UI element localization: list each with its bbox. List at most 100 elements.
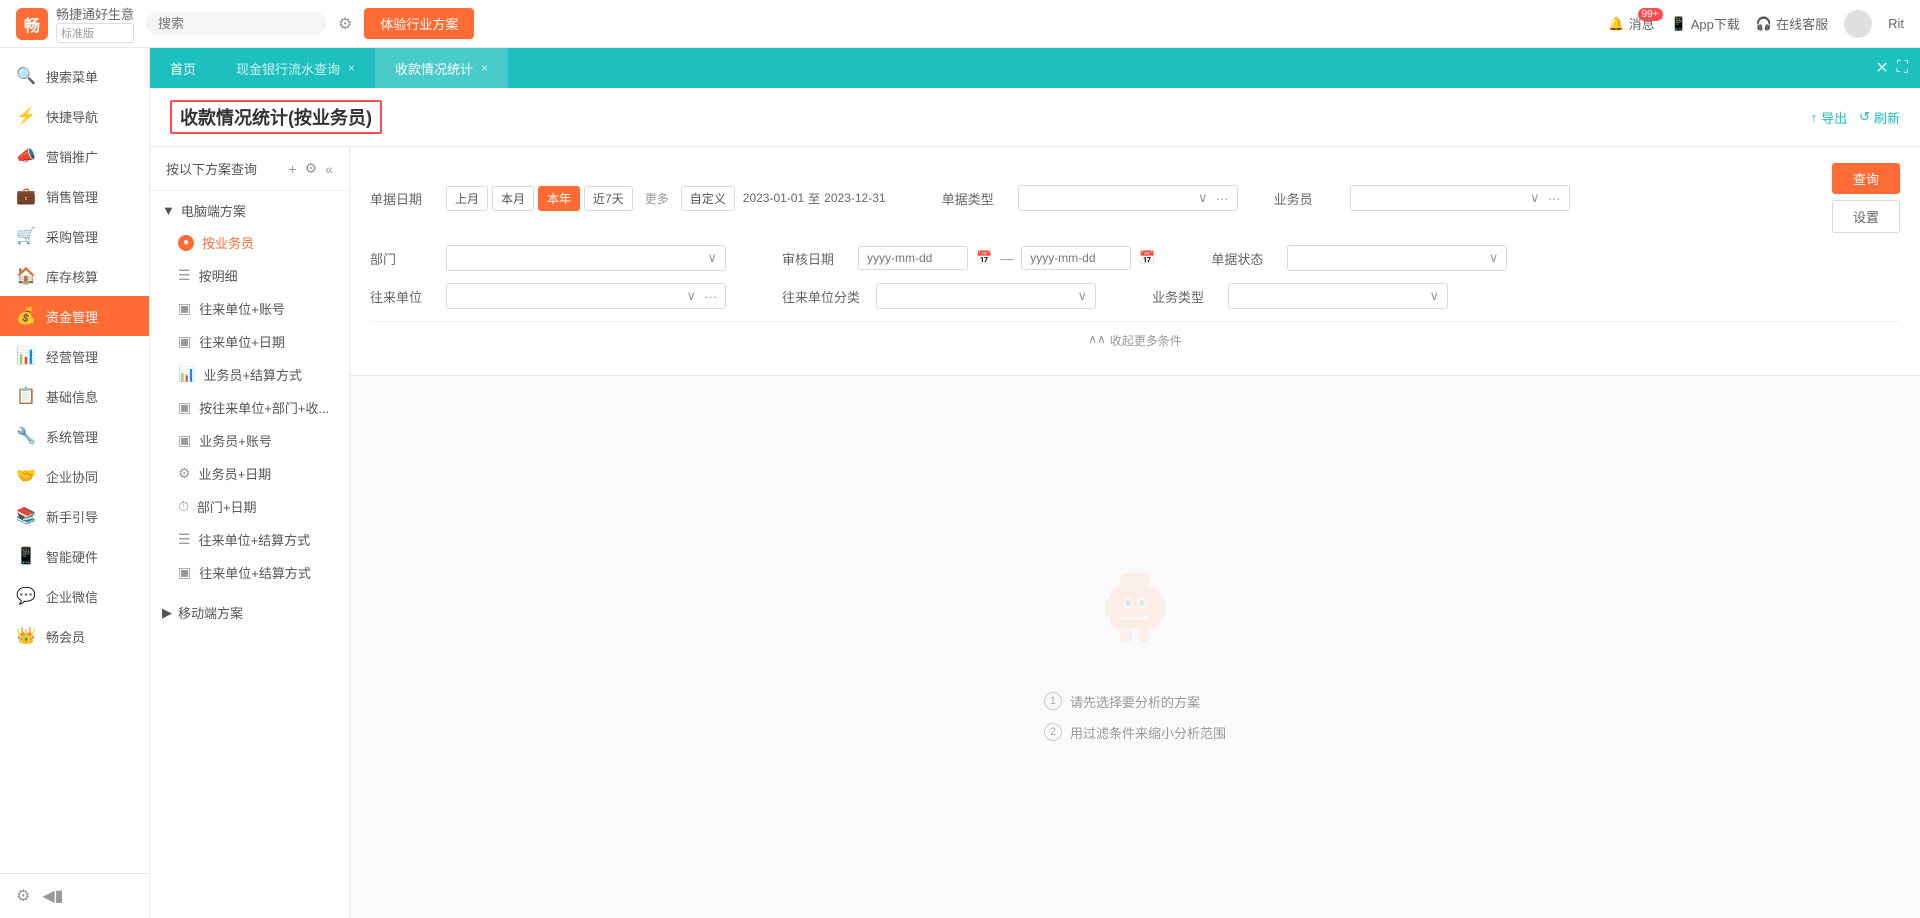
scheme-by-salesperson-label: 按业务员 [202, 233, 254, 252]
shortcut-more[interactable]: 更多 [637, 187, 677, 210]
shortcut-last7days[interactable]: 近7天 [584, 186, 633, 211]
add-scheme-icon[interactable]: + [288, 161, 296, 177]
query-button[interactable]: 查询 [1832, 163, 1900, 194]
desktop-scheme-group: ▼ 电脑端方案 ● 按业务员 ☰ 按明细 ▣ 往来单位+账号 [150, 191, 349, 593]
tab-stats-close[interactable]: × [481, 61, 488, 75]
trial-button[interactable]: 体验行业方案 [364, 8, 474, 39]
sidebar-item-operation[interactable]: 📊 经营管理 [0, 336, 149, 376]
review-date-end-cal-icon[interactable]: 📅 [1139, 250, 1155, 266]
partner-account-icon: ▣ [178, 300, 191, 317]
page-actions: ↑ 导出 ↺ 刷新 [1811, 108, 1900, 127]
scheme-salesperson-account-label: 业务员+账号 [199, 431, 272, 450]
salesperson-arrow: ∨ [1530, 190, 1540, 206]
scheme-salesperson-date[interactable]: ⚙ 业务员+日期 [150, 457, 349, 490]
gear-icon[interactable]: ⚙ [338, 14, 352, 34]
online-service-link[interactable]: 🎧 在线客服 [1756, 14, 1828, 33]
shortcut-this-month[interactable]: 本月 [492, 186, 534, 211]
business-type-select[interactable]: ∨ [1228, 283, 1448, 309]
tab-bank[interactable]: 现金银行流水查询 × [216, 48, 375, 88]
scheme-settings-icon[interactable]: ⚙ [305, 160, 318, 177]
salesperson-select[interactable]: ∨ ··· [1350, 185, 1570, 211]
shortcut-custom[interactable]: 自定义 [681, 186, 735, 211]
user-avatar[interactable] [1844, 10, 1872, 38]
header-right: 🔔 消息 99+ 📱 App下载 🎧 在线客服 Rit [1608, 10, 1904, 38]
partner-category-select[interactable]: ∨ [876, 283, 1096, 309]
export-icon: ↑ [1811, 110, 1818, 125]
app-download-link[interactable]: 📱 App下载 [1671, 14, 1740, 33]
tip-text-1: 请先选择要分析的方案 [1070, 692, 1200, 711]
salesperson-label: 业务员 [1274, 189, 1334, 208]
desktop-group-header[interactable]: ▼ 电脑端方案 [150, 195, 349, 226]
date-shortcut-group: 上月 本月 本年 近7天 更多 自定义 [446, 186, 735, 211]
filter-collapse-btn[interactable]: ∧∧ 收起更多条件 [370, 321, 1900, 359]
shortcut-last-month[interactable]: 上月 [446, 186, 488, 211]
scheme-dept-date[interactable]: ⏱ 部门+日期 [150, 490, 349, 523]
sidebar-item-marketing[interactable]: 📣 营销推广 [0, 136, 149, 176]
sidebar-item-smart-hw[interactable]: 📱 智能硬件 [0, 536, 149, 576]
search-icon: 🔍 [16, 66, 36, 86]
shortcut-this-year[interactable]: 本年 [538, 186, 580, 211]
basic-icon: 📋 [16, 386, 36, 406]
date-range-sep: 至 [808, 190, 820, 207]
sidebar-label-system: 系统管理 [46, 427, 98, 446]
scheme-by-salesperson[interactable]: ● 按业务员 [150, 226, 349, 259]
review-date-sep: — [1000, 251, 1013, 266]
more-dots-voucher[interactable]: ··· [1216, 191, 1229, 206]
tab-stats[interactable]: 收款情况统计 × [375, 48, 508, 88]
scheme-partner-dept-label: 按往来单位+部门+收... [199, 398, 329, 417]
tab-stats-label: 收款情况统计 [395, 59, 473, 78]
voucher-type-select[interactable]: ∨ ··· [1018, 185, 1238, 211]
tab-close-all-icon[interactable]: ✕ [1875, 58, 1888, 78]
dept-select[interactable]: ∨ [446, 245, 726, 271]
voucher-status-label: 单据状态 [1211, 249, 1271, 268]
scheme-partner-payment2[interactable]: ▣ 往来单位+结算方式 [150, 556, 349, 589]
dept-label: 部门 [370, 249, 430, 268]
sidebar-item-system[interactable]: 🔧 系统管理 [0, 416, 149, 456]
mobile-group-header[interactable]: ▶ 移动端方案 [150, 597, 349, 628]
sidebar-label-operation: 经营管理 [46, 347, 98, 366]
sidebar-item-member[interactable]: 👑 畅会员 [0, 616, 149, 656]
settings-bottom-icon[interactable]: ⚙ [16, 886, 30, 906]
sidebar-label-search: 搜索菜单 [46, 67, 98, 86]
collapse-sidebar-icon[interactable]: ◀▮ [42, 886, 63, 906]
scheme-salesperson-account[interactable]: ▣ 业务员+账号 [150, 424, 349, 457]
scheme-partner-account[interactable]: ▣ 往来单位+账号 [150, 292, 349, 325]
review-date-label: 审核日期 [782, 249, 842, 268]
review-date-start[interactable] [858, 246, 968, 270]
review-date-end[interactable] [1021, 246, 1131, 270]
sidebar-label-inventory: 库存核算 [46, 267, 98, 286]
panel-collapse-icon[interactable]: « [325, 161, 333, 177]
sidebar-item-search-menu[interactable]: 🔍 搜索菜单 [0, 56, 149, 96]
tab-home[interactable]: 首页 [150, 48, 216, 88]
salesperson-payment-icon: 📊 [178, 366, 195, 383]
scheme-by-partner-dept[interactable]: ▣ 按往来单位+部门+收... [150, 391, 349, 424]
refresh-button[interactable]: ↺ 刷新 [1859, 108, 1900, 127]
sidebar-item-wechat[interactable]: 💬 企业微信 [0, 576, 149, 616]
messages-button[interactable]: 🔔 消息 99+ [1608, 14, 1654, 33]
voucher-status-select[interactable]: ∨ [1287, 245, 1507, 271]
more-dots-partner[interactable]: ··· [704, 289, 717, 304]
search-input[interactable] [146, 12, 326, 35]
sidebar-item-finance[interactable]: 💰 资金管理 [0, 296, 149, 336]
download-icon: 📱 [1671, 16, 1687, 32]
scheme-partner-payment1[interactable]: ☰ 往来单位+结算方式 [150, 523, 349, 556]
brand-name: 畅捷通好生意 [56, 4, 134, 23]
right-panel: 单据日期 上月 本月 本年 近7天 更多 自定义 2023- [350, 147, 1920, 918]
scheme-by-detail[interactable]: ☰ 按明细 [150, 259, 349, 292]
sidebar-item-enterprise[interactable]: 🤝 企业协同 [0, 456, 149, 496]
tab-bank-close[interactable]: × [348, 61, 355, 75]
review-date-start-cal-icon[interactable]: 📅 [976, 250, 992, 266]
sidebar-item-guide[interactable]: 📚 新手引导 [0, 496, 149, 536]
sidebar-item-quick-nav[interactable]: ⚡ 快捷导航 [0, 96, 149, 136]
scheme-partner-date[interactable]: ▣ 往来单位+日期 [150, 325, 349, 358]
partner-select[interactable]: ∨ ··· [446, 283, 726, 309]
sidebar-item-purchase[interactable]: 🛒 采购管理 [0, 216, 149, 256]
tab-maximize-icon[interactable]: ⛶ [1897, 59, 1908, 77]
sidebar-item-basic[interactable]: 📋 基础信息 [0, 376, 149, 416]
sidebar-item-sales[interactable]: 💼 销售管理 [0, 176, 149, 216]
export-button[interactable]: ↑ 导出 [1811, 108, 1848, 127]
more-dots-salesperson[interactable]: ··· [1548, 191, 1561, 206]
scheme-salesperson-payment[interactable]: 📊 业务员+结算方式 [150, 358, 349, 391]
settings-button[interactable]: 设置 [1832, 200, 1900, 233]
sidebar-item-inventory[interactable]: 🏠 库存核算 [0, 256, 149, 296]
